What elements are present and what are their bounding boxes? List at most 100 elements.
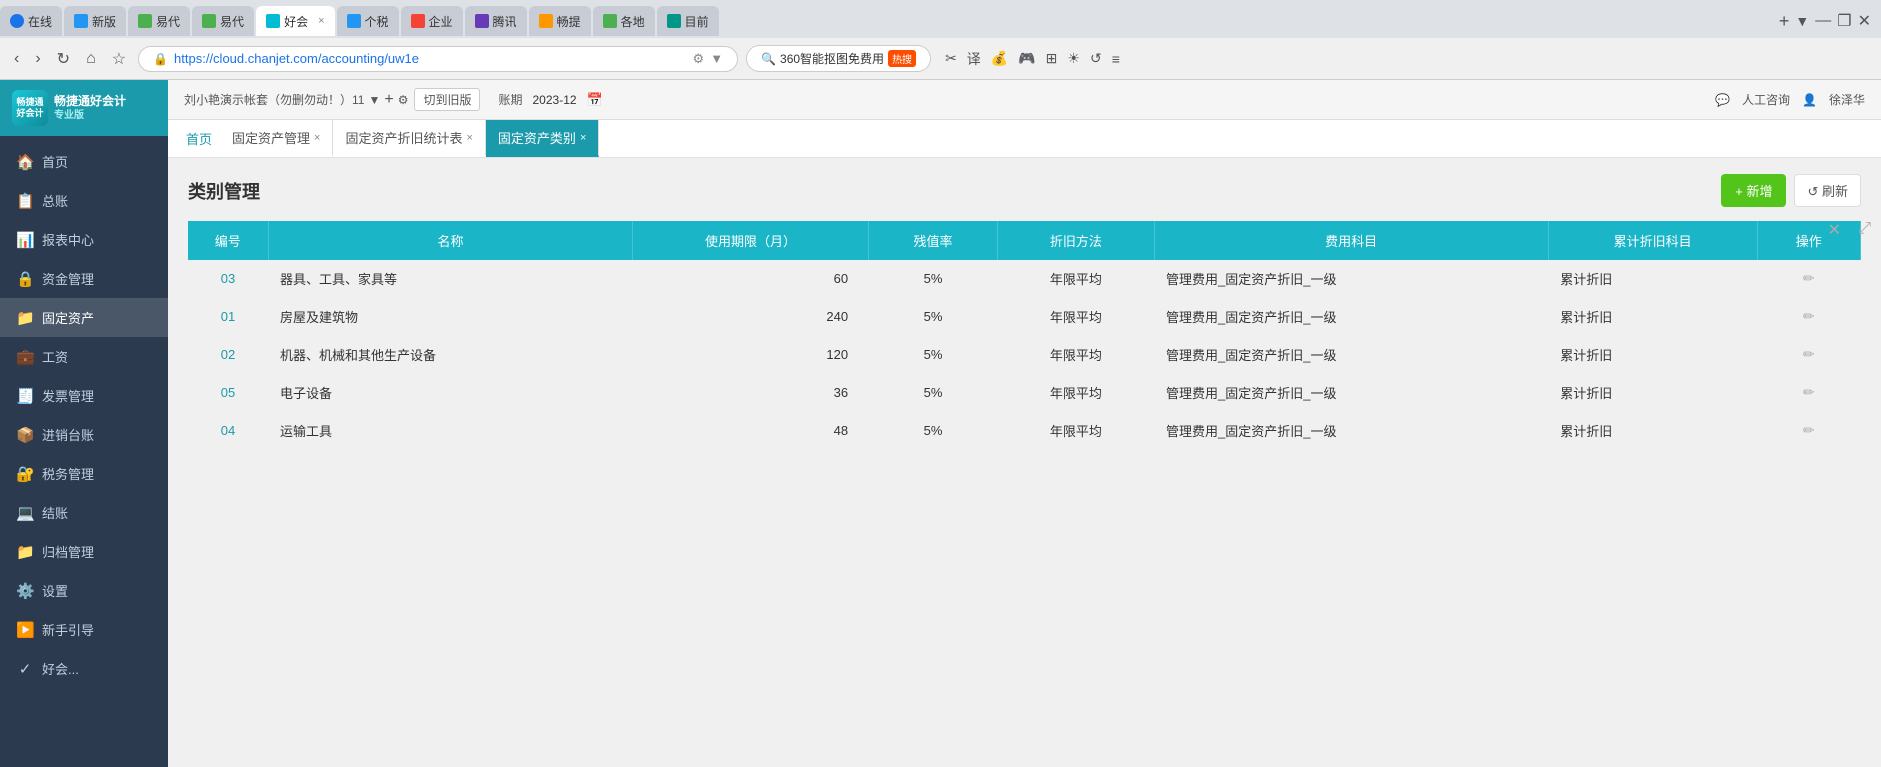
sidebar-item-stockac[interactable]: 📦 进销台账 xyxy=(0,415,168,454)
sun-icon[interactable]: ☀ xyxy=(1067,50,1080,67)
sidebar-label-archive: 归档管理 xyxy=(42,542,94,561)
refresh-btn[interactable]: ↺ 刷新 xyxy=(1794,174,1861,207)
help-label[interactable]: 人工咨询 xyxy=(1742,91,1790,108)
cell-accumulated-0: 累计折旧 xyxy=(1548,260,1757,298)
sidebar-label-guide: 新手引导 xyxy=(42,620,94,639)
tab-close-fixed-mgmt[interactable]: × xyxy=(314,132,320,144)
url-box[interactable]: 🔒 https://cloud.chanjet.com/accounting/u… xyxy=(138,46,738,72)
sidebar-item-more[interactable]: ✓ 好会... xyxy=(0,649,168,688)
period-value: 2023-12 xyxy=(533,93,577,107)
sidebar-item-guide[interactable]: ▶️ 新手引导 xyxy=(0,610,168,649)
tab-close-depreciation-stat[interactable]: × xyxy=(466,132,472,144)
period-label: 账期 xyxy=(498,91,522,108)
th-period: 使用期限（月） xyxy=(633,221,868,260)
sidebar-label-ledger: 总账 xyxy=(42,191,68,210)
edit-btn-4[interactable]: ✏ xyxy=(1803,422,1815,438)
browser-tab-7[interactable]: 企业 xyxy=(401,6,463,36)
cell-method-1: 年限平均 xyxy=(998,298,1154,336)
undo-icon[interactable]: ↺ xyxy=(1090,50,1102,67)
close-panel-btn[interactable]: ✕ xyxy=(1828,220,1841,240)
user-name: 徐泽华 xyxy=(1829,91,1865,108)
home-btn[interactable]: ⌂ xyxy=(82,48,100,70)
breadcrumb-home[interactable]: 首页 xyxy=(178,129,220,148)
sidebar-label-settings: 设置 xyxy=(42,581,68,600)
cell-edit-2[interactable]: ✏ xyxy=(1757,336,1860,374)
sidebar-item-tax[interactable]: 🔐 税务管理 xyxy=(0,454,168,493)
browser-tab-2[interactable]: 新版 xyxy=(64,6,126,36)
cut-icon[interactable]: ✂ xyxy=(945,50,957,67)
home-icon: 🏠 xyxy=(16,153,34,171)
sidebar-item-ledger[interactable]: 📋 总账 xyxy=(0,181,168,220)
add-account-icon[interactable]: + xyxy=(384,91,393,109)
sidebar-item-archive[interactable]: 📁 归档管理 xyxy=(0,532,168,571)
sidebar-item-funds[interactable]: 🔒 资金管理 xyxy=(0,259,168,298)
bookmark-btn[interactable]: ☆ xyxy=(108,47,130,71)
cell-edit-0[interactable]: ✏ xyxy=(1757,260,1860,298)
tab-fixed-mgmt[interactable]: 固定资产管理 × xyxy=(220,120,333,157)
th-accumulated: 累计折旧科目 xyxy=(1548,221,1757,260)
browser-tab-6[interactable]: 个税 xyxy=(337,6,399,36)
search-text: 360智能抠图免费用 xyxy=(780,50,884,67)
browser-tab-1[interactable]: 在线 xyxy=(0,6,62,36)
game-icon[interactable]: 🎮 xyxy=(1018,50,1035,67)
cell-period-3: 36 xyxy=(633,374,868,412)
sidebar-item-settings[interactable]: ⚙️ 设置 xyxy=(0,571,168,610)
sidebar-item-fixed[interactable]: 📁 固定资产 xyxy=(0,298,168,337)
tab-close-fixed-category[interactable]: × xyxy=(580,132,586,144)
edit-btn-1[interactable]: ✏ xyxy=(1803,308,1815,324)
lock-icon: 🔒 xyxy=(153,52,168,66)
search-box[interactable]: 🔍 360智能抠图免费用 热搜 xyxy=(746,45,931,72)
forward-btn[interactable]: › xyxy=(31,48,44,70)
translate-icon[interactable]: 译 xyxy=(967,49,981,69)
guide-icon: ▶️ xyxy=(16,621,34,639)
cell-name-2: 机器、机械和其他生产设备 xyxy=(268,336,633,374)
cell-period-1: 240 xyxy=(633,298,868,336)
cell-edit-1[interactable]: ✏ xyxy=(1757,298,1860,336)
cell-expense-4: 管理费用_固定资产折旧_一级 xyxy=(1154,412,1548,450)
sidebar-item-salary[interactable]: 💼 工资 xyxy=(0,337,168,376)
expand-panel-btn[interactable]: ⤢ xyxy=(1858,220,1871,238)
calendar-icon[interactable]: 📅 xyxy=(587,92,603,108)
tab-depreciation-stat[interactable]: 固定资产折旧统计表 × xyxy=(333,120,485,157)
browser-tab-5[interactable]: 好会 × xyxy=(256,6,334,36)
help-icon: 💬 xyxy=(1715,93,1730,107)
back-btn[interactable]: ‹ xyxy=(10,48,23,70)
tab-close-5[interactable]: × xyxy=(318,15,324,27)
browser-tab-4[interactable]: 易代 xyxy=(192,6,254,36)
maximize-icon[interactable]: ❐ xyxy=(1837,11,1851,31)
new-tab-btn[interactable]: + xyxy=(1779,11,1790,32)
reload-btn[interactable]: ↻ xyxy=(53,47,74,71)
cell-edit-3[interactable]: ✏ xyxy=(1757,374,1860,412)
browser-tab-8[interactable]: 腾讯 xyxy=(465,6,527,36)
add-btn[interactable]: + 新增 xyxy=(1721,174,1786,207)
ledger-icon: 📋 xyxy=(16,192,34,210)
dropdown-icon[interactable]: ▼ xyxy=(368,93,380,107)
edit-btn-3[interactable]: ✏ xyxy=(1803,384,1815,400)
tab-label-depreciation-stat: 固定资产折旧统计表 xyxy=(345,128,462,147)
sidebar-item-settle[interactable]: 💻 结账 xyxy=(0,493,168,532)
wallet-icon[interactable]: 💰 xyxy=(991,50,1008,67)
tab-fixed-category[interactable]: 固定资产类别 × xyxy=(486,120,599,157)
menu-icon[interactable]: ≡ xyxy=(1112,51,1120,67)
tab-settings-icon[interactable]: ▼ xyxy=(1795,13,1809,29)
minimize-icon[interactable]: — xyxy=(1815,12,1831,30)
close-window-icon[interactable]: ✕ xyxy=(1858,11,1871,31)
th-method: 折旧方法 xyxy=(998,221,1154,260)
edit-btn-0[interactable]: ✏ xyxy=(1803,270,1815,286)
sidebar-item-home[interactable]: 🏠 首页 xyxy=(0,142,168,181)
browser-tab-10[interactable]: 各地 xyxy=(593,6,655,36)
browser-tab-9[interactable]: 畅提 xyxy=(529,6,591,36)
page-title: 类别管理 xyxy=(188,178,260,204)
sidebar-item-report[interactable]: 📊 报表中心 xyxy=(0,220,168,259)
grid-icon[interactable]: ⊞ xyxy=(1046,50,1058,67)
settings-gear-icon[interactable]: ⚙ xyxy=(398,93,409,107)
browser-tab-11[interactable]: 目前 xyxy=(657,6,719,36)
table-header-row: 编号 名称 使用期限（月） 残值率 折旧方法 费用科目 累计折旧科目 操作 xyxy=(188,221,1861,260)
cell-method-4: 年限平均 xyxy=(998,412,1154,450)
table-row: 04 运输工具 48 5% 年限平均 管理费用_固定资产折旧_一级 累计折旧 ✏ xyxy=(188,412,1861,450)
sidebar-item-invoice[interactable]: 🧾 发票管理 xyxy=(0,376,168,415)
edit-btn-2[interactable]: ✏ xyxy=(1803,346,1815,362)
browser-tab-3[interactable]: 易代 xyxy=(128,6,190,36)
cell-edit-4[interactable]: ✏ xyxy=(1757,412,1860,450)
switch-version-btn[interactable]: 切到旧版 xyxy=(414,88,480,111)
